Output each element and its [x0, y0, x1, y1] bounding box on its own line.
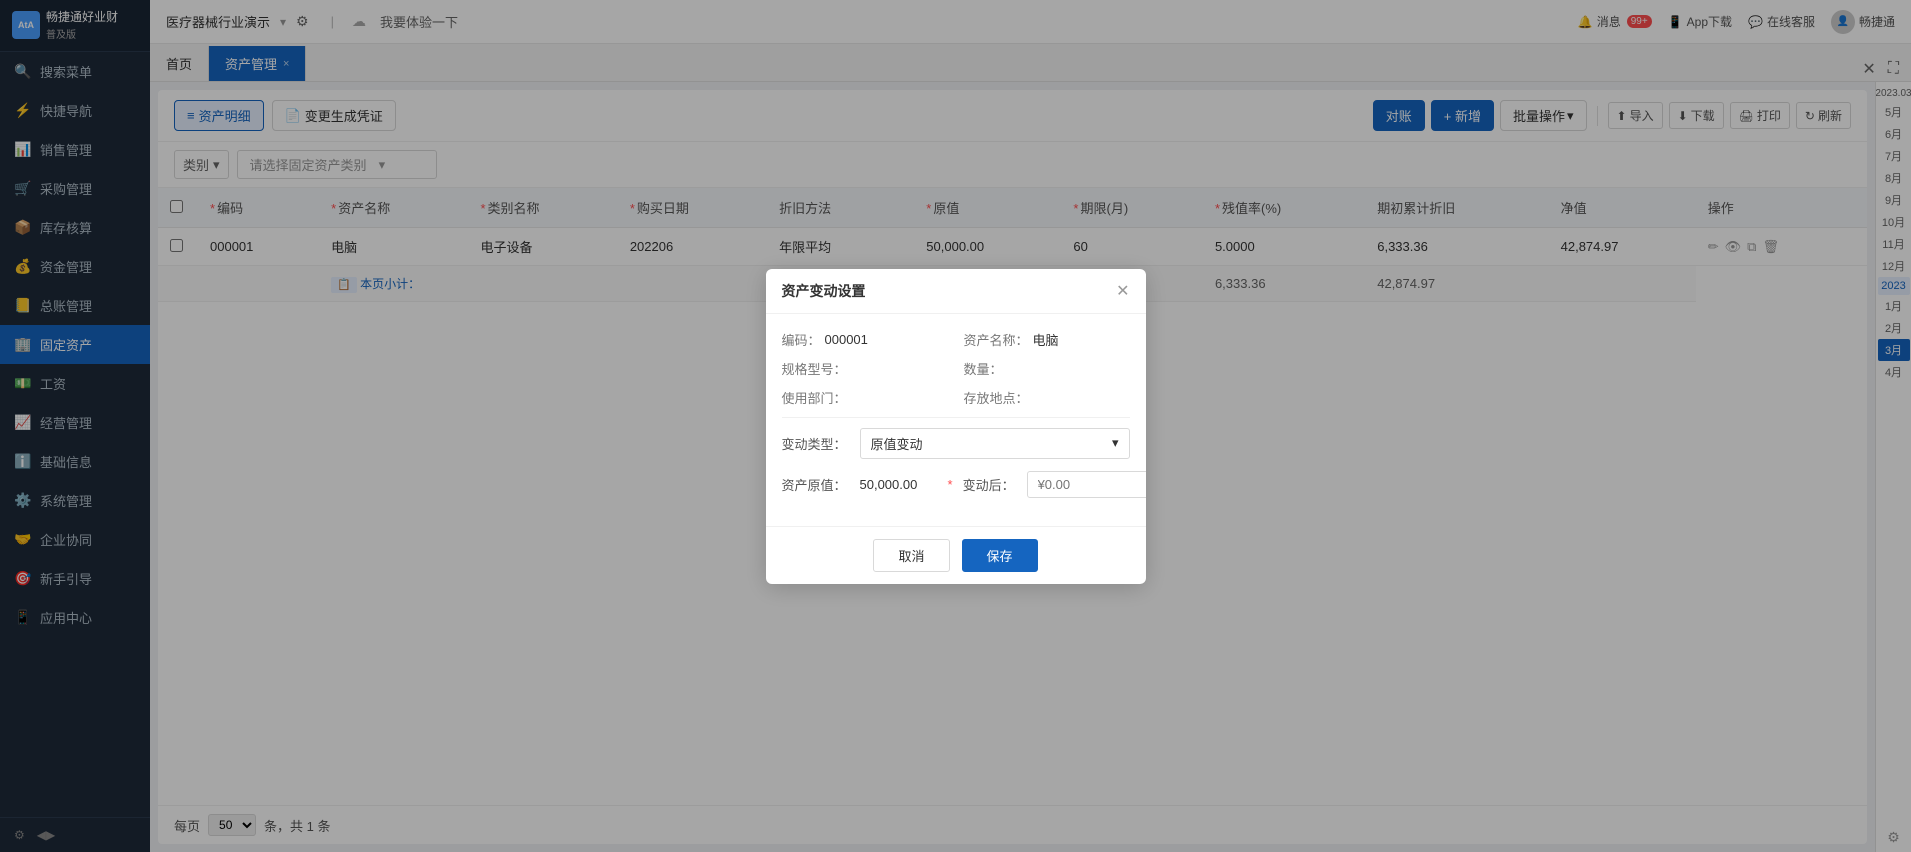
modal-footer: 取消 保存: [766, 526, 1146, 584]
modal-row-2: 规格型号： 数量：: [782, 359, 1130, 378]
modal-overlay: 资产变动设置 ✕ 编码： 000001 资产名称： 电脑 规格型号：: [0, 0, 1911, 852]
original-value-display: 50,000.00: [860, 477, 940, 492]
change-type-value: 原值变动: [871, 434, 923, 453]
change-type-select[interactable]: 原值变动 ▾: [860, 428, 1130, 459]
asset-change-modal: 资产变动设置 ✕ 编码： 000001 资产名称： 电脑 规格型号：: [766, 269, 1146, 584]
modal-body: 编码： 000001 资产名称： 电脑 规格型号： 数量：: [766, 314, 1146, 526]
code-label: 编码：: [782, 330, 821, 349]
save-button[interactable]: 保存: [962, 539, 1038, 572]
code-value: 000001: [825, 332, 868, 347]
change-type-label: 变动类型：: [782, 434, 852, 453]
required-star: *: [948, 477, 953, 492]
location-label: 存放地点：: [964, 388, 1029, 407]
modal-row-3: 使用部门： 存放地点：: [782, 388, 1130, 407]
original-value-label: 资产原值：: [782, 475, 852, 494]
asset-name-label: 资产名称：: [964, 330, 1029, 349]
modal-form-row-change-type: 变动类型： 原值变动 ▾: [782, 428, 1130, 459]
asset-name-value: 电脑: [1033, 330, 1059, 349]
after-change-input[interactable]: [1027, 471, 1146, 498]
cancel-button[interactable]: 取消: [873, 539, 949, 572]
modal-close-icon[interactable]: ✕: [1116, 281, 1129, 301]
modal-title: 资产变动设置: [782, 281, 866, 301]
qty-label: 数量：: [964, 359, 1003, 378]
modal-form-row-values: 资产原值： 50,000.00 * 变动后：: [782, 471, 1130, 498]
spec-label: 规格型号：: [782, 359, 847, 378]
modal-divider: [782, 417, 1130, 418]
after-change-label: 变动后：: [963, 475, 1015, 494]
modal-header: 资产变动设置 ✕: [766, 269, 1146, 314]
dept-label: 使用部门：: [782, 388, 847, 407]
modal-row-1: 编码： 000001 资产名称： 电脑: [782, 330, 1130, 349]
change-type-dropdown-icon: ▾: [1112, 435, 1119, 451]
